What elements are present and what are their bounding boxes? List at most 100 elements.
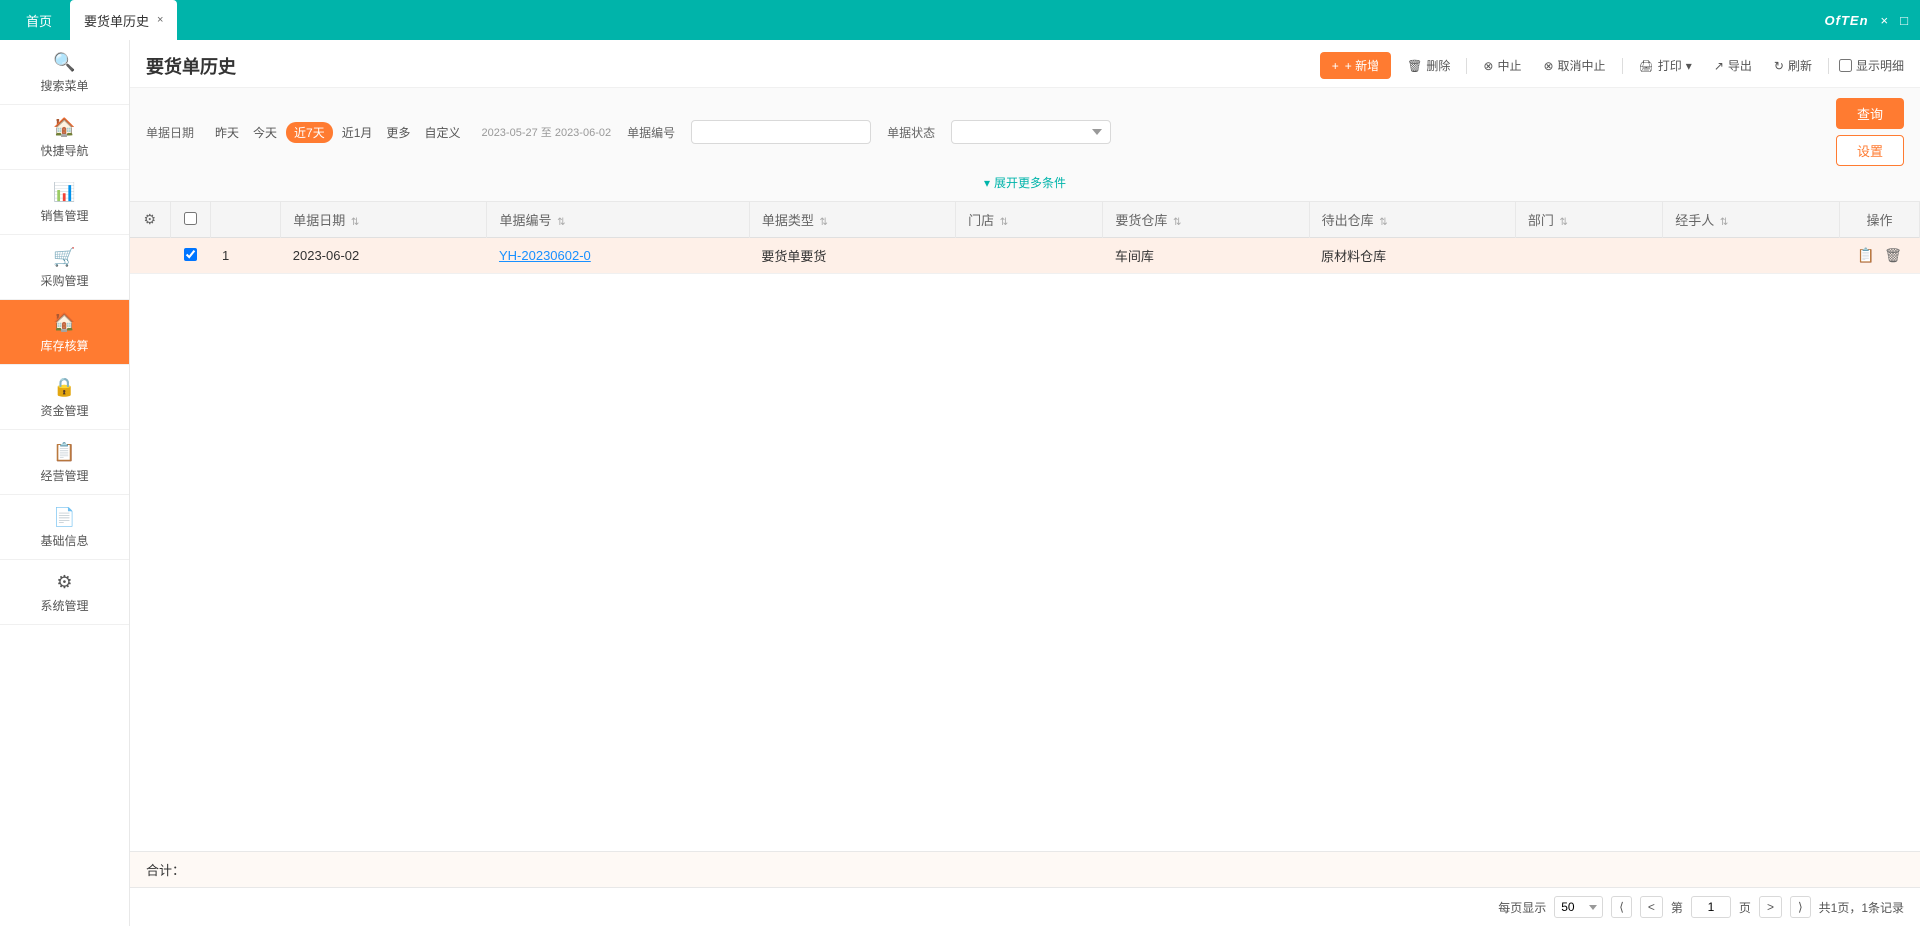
date-label: 单据日期 [146,124,194,141]
separator-2 [1622,58,1623,74]
window-close-btn[interactable]: × [1881,13,1889,28]
sidebar-label-sales: 销售管理 [40,207,88,224]
row-delete-icon[interactable]: 🗑 [1884,247,1902,263]
sidebar-label-nav: 快捷导航 [40,142,88,159]
query-button[interactable]: 查询 [1836,98,1904,129]
top-bar-right: OfTEn × □ [1825,13,1908,28]
sidebar-label-operations: 经营管理 [40,467,88,484]
table-row[interactable]: 1 2023-06-02 YH-20230602-0 要货单要货 车间库 原材料… [130,238,1920,274]
setting-button[interactable]: 设置 [1836,135,1904,166]
brand-label: OfTEn [1825,13,1869,28]
doc-no-input[interactable] [691,120,871,144]
content-area: 要货单历史 + + 新增 🗑 删除 ⊗ 中止 ⊗ 取消中止 [130,40,1920,926]
date-btn-yesterday[interactable]: 昨天 [210,122,244,143]
col-dept[interactable]: 部门 ⇅ [1515,202,1662,238]
status-select[interactable] [951,120,1111,144]
print-button[interactable]: 🖨 打印 ▾ [1633,53,1698,78]
separator-1 [1466,58,1467,74]
page-header: 要货单历史 + + 新增 🗑 删除 ⊗ 中止 ⊗ 取消中止 [130,40,1920,88]
sort-dept-icon: ⇅ [1560,217,1568,228]
row-no[interactable]: YH-20230602-0 [487,238,749,274]
window-maximize-btn[interactable]: □ [1900,13,1908,28]
sort-handler-icon: ⇅ [1720,217,1728,228]
sidebar-item-purchase[interactable]: 🛒 采购管理 [0,235,129,300]
col-pending-warehouse[interactable]: 待出仓库 ⇅ [1309,202,1515,238]
filter-row-1: 单据日期 昨天 今天 近7天 近1月 更多 自定义 2023-05-27 至 2… [146,98,1904,166]
row-check-cell[interactable] [170,238,210,274]
next-page-btn[interactable]: > [1759,896,1782,918]
chart-icon: 📊 [53,182,75,203]
first-page-btn[interactable]: ⟨ [1611,896,1632,918]
col-store[interactable]: 门店 ⇅ [956,202,1103,238]
data-table: ⚙ 单据日期 ⇅ 单据编号 ⇅ [130,202,1920,274]
date-buttons: 昨天 今天 近7天 近1月 更多 自定义 [210,122,465,143]
col-date[interactable]: 单据日期 ⇅ [281,202,487,238]
date-btn-7days[interactable]: 近7天 [286,122,333,143]
sidebar-item-inventory[interactable]: 🏠 库存核算 [0,300,129,365]
lock-icon: 🔒 [53,377,75,398]
print-dropdown-icon: ▾ [1686,59,1692,73]
sidebar-item-basic[interactable]: 📄 基础信息 [0,495,129,560]
col-type[interactable]: 单据类型 ⇅ [749,202,955,238]
page-title: 要货单历史 [146,53,1320,79]
row-seq: 1 [210,238,281,274]
date-btn-today[interactable]: 今天 [248,122,282,143]
display-detail-toggle[interactable]: 显示明细 [1839,57,1904,74]
gear-sidebar-icon: ⚙ [56,572,72,593]
print-icon: 🖨 [1639,59,1654,73]
table-settings-icon[interactable]: ⚙ [143,211,156,227]
new-icon: + [1332,59,1339,73]
suspend-icon: ⊗ [1483,59,1493,73]
sidebar-item-system[interactable]: ⚙ 系统管理 [0,560,129,625]
prev-page-btn[interactable]: < [1640,896,1663,918]
tab-history-label: 要货单历史 [84,11,149,30]
cancel-suspend-button[interactable]: ⊗ 取消中止 [1537,53,1611,78]
page-size-select[interactable]: 50 10 20 100 [1554,896,1603,918]
total-info: 共1页，1条记录 [1819,899,1904,916]
sidebar-label-purchase: 采购管理 [40,272,88,289]
sidebar-label-system: 系统管理 [40,597,88,614]
col-no[interactable]: 单据编号 ⇅ [487,202,749,238]
sidebar-item-search[interactable]: 🔍 搜索菜单 [0,40,129,105]
page-number-input[interactable] [1691,896,1731,918]
date-range-display: 2023-05-27 至 2023-06-02 [481,124,611,140]
last-page-btn[interactable]: ⟩ [1790,896,1811,918]
main-layout: 🔍 搜索菜单 🏠 快捷导航 📊 销售管理 🛒 采购管理 🏠 库存核算 🔒 资金管… [0,40,1920,926]
display-detail-checkbox[interactable] [1839,59,1852,72]
sidebar-label-search: 搜索菜单 [40,77,88,94]
row-store [956,238,1103,274]
expand-more-btn[interactable]: ▾ 展开更多条件 [146,174,1904,191]
summary-label: 合计： [146,863,185,878]
new-button[interactable]: + + 新增 [1320,52,1391,79]
select-all-checkbox[interactable] [184,212,197,225]
warehouse-icon: 🏠 [53,312,75,333]
page-text: 第 [1671,899,1683,916]
refresh-button[interactable]: ↻ 刷新 [1768,53,1818,78]
col-ops: 操作 [1840,202,1920,238]
suspend-button[interactable]: ⊗ 中止 [1477,53,1527,78]
row-edit-icon[interactable]: 📋 [1857,247,1874,263]
status-label: 单据状态 [887,124,935,141]
tab-close-icon[interactable]: × [157,14,163,26]
date-btn-custom[interactable]: 自定义 [419,122,465,143]
sidebar-item-finance[interactable]: 🔒 资金管理 [0,365,129,430]
row-checkbox[interactable] [184,248,197,261]
delete-button[interactable]: 🗑 删除 [1401,53,1456,78]
tab-history[interactable]: 要货单历史 × [70,0,177,40]
col-req-warehouse[interactable]: 要货仓库 ⇅ [1103,202,1309,238]
col-seq [210,202,281,238]
row-pending-warehouse: 原材料仓库 [1309,238,1515,274]
row-handler [1663,238,1840,274]
sidebar-item-operations[interactable]: 📋 经营管理 [0,430,129,495]
date-btn-more[interactable]: 更多 [381,122,415,143]
sort-store-icon: ⇅ [1000,217,1008,228]
export-button[interactable]: ↗ 导出 [1708,53,1758,78]
document-icon: 📄 [53,507,75,528]
col-handler[interactable]: 经手人 ⇅ [1663,202,1840,238]
date-btn-1month[interactable]: 近1月 [337,122,378,143]
tab-home[interactable]: 首页 [12,0,66,40]
sidebar-item-nav[interactable]: 🏠 快捷导航 [0,105,129,170]
sidebar-item-sales[interactable]: 📊 销售管理 [0,170,129,235]
export-icon: ↗ [1714,59,1724,73]
refresh-icon: ↻ [1774,59,1784,73]
